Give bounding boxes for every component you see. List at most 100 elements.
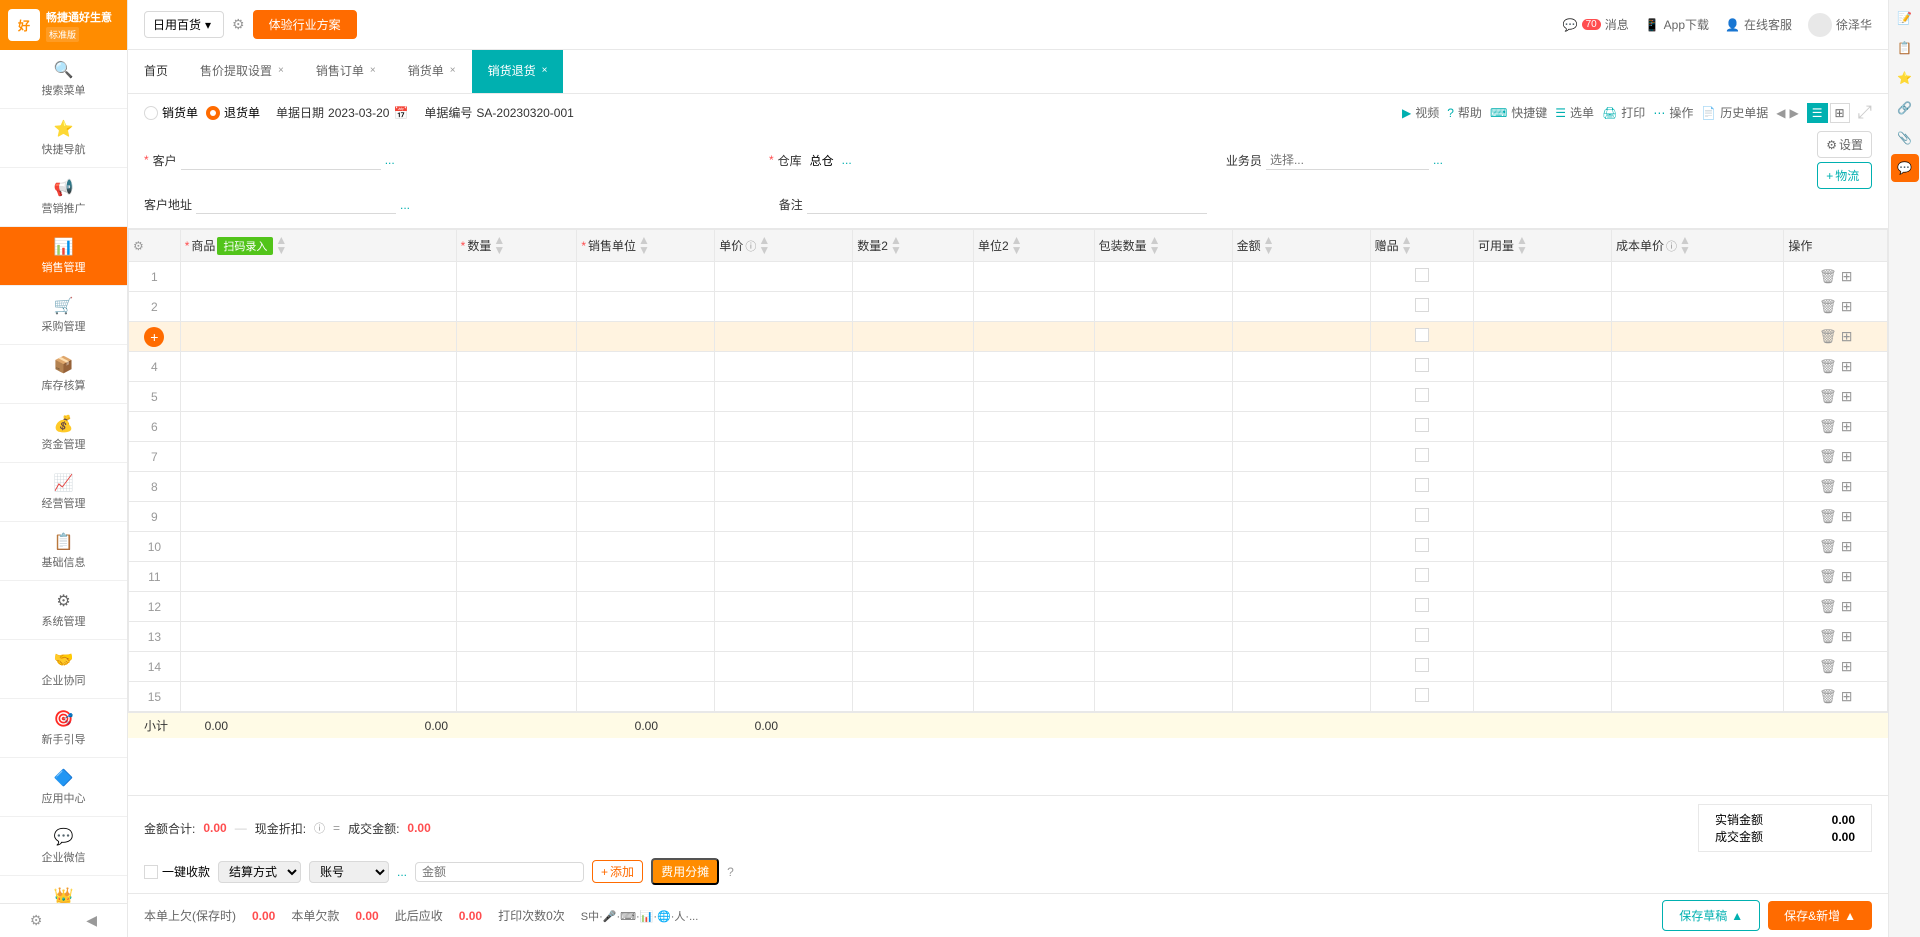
qty2-cell-13[interactable] [853,622,974,652]
product-input-12[interactable] [185,600,452,614]
right-panel-paperclip-icon[interactable]: 📎 [1891,124,1919,152]
copy-icon-1[interactable]: ⊞ [1841,268,1853,285]
delete-icon-9[interactable]: 🗑 [1819,508,1837,525]
qty-cell-11[interactable] [456,562,577,592]
unit2-cell-15[interactable] [973,682,1094,712]
qty-cell-15[interactable] [456,682,577,712]
unit2-sort[interactable]: ▲▼ [1011,236,1023,255]
unit2-cell-12[interactable] [973,592,1094,622]
sidebar-settings-icon[interactable]: ⚙ [30,912,43,929]
price-cell-15[interactable] [715,682,853,712]
delete-icon-11[interactable]: 🗑 [1819,568,1837,585]
qty2-cell-9[interactable] [853,502,974,532]
sidebar-item-10[interactable]: 🤝企业协同 [0,640,127,699]
gift-checkbox-9[interactable] [1415,508,1429,522]
unit-cell-12[interactable] [577,592,715,622]
settings-btn[interactable]: ⚙ 设置 [1817,131,1872,158]
cost-price-cell-10[interactable] [1611,532,1783,562]
product-input-13[interactable] [185,630,452,644]
amount-cell-14[interactable] [1232,652,1370,682]
delete-icon-4[interactable]: 🗑 [1819,358,1837,375]
product-cell-4[interactable] [180,352,456,382]
help-action[interactable]: ? 帮助 [1447,104,1482,121]
add-row-btn[interactable]: + [144,327,164,347]
price-cell-13[interactable] [715,622,853,652]
gift-cell-3[interactable] [1370,322,1473,352]
unit2-cell-8[interactable] [973,472,1094,502]
unit-cell-10[interactable] [577,532,715,562]
product-cell-2[interactable] [180,292,456,322]
amount-cell-2[interactable] [1232,292,1370,322]
available-cell-15[interactable] [1474,682,1612,712]
column-settings-icon[interactable]: ⚙ [133,239,144,253]
gift-cell-8[interactable] [1370,472,1473,502]
tab-2[interactable]: 销售订单× [300,50,392,93]
qty2-cell-2[interactable] [853,292,974,322]
pack-qty-cell-7[interactable] [1094,442,1232,472]
copy-icon-9[interactable]: ⊞ [1841,508,1853,525]
app-download-item[interactable]: 📱 App下载 [1645,16,1709,33]
price-cell-12[interactable] [715,592,853,622]
settings-gear-icon[interactable]: ⚙ [232,16,245,33]
amount-cell-7[interactable] [1232,442,1370,472]
available-sort[interactable]: ▲▼ [1516,236,1528,255]
sidebar-item-11[interactable]: 🎯新手引导 [0,699,127,758]
product-cell-8[interactable] [180,472,456,502]
unit2-cell-2[interactable] [973,292,1094,322]
amount-cell-10[interactable] [1232,532,1370,562]
pack-qty-cell-14[interactable] [1094,652,1232,682]
qty2-cell-1[interactable] [853,262,974,292]
sidebar-item-9[interactable]: ⚙系统管理 [0,581,127,640]
gift-cell-4[interactable] [1370,352,1473,382]
qty2-cell-15[interactable] [853,682,974,712]
discount-info-icon[interactable]: ⓘ [314,820,325,836]
collect-checkbox[interactable] [144,865,158,879]
delete-icon-8[interactable]: 🗑 [1819,478,1837,495]
unit-cell-6[interactable] [577,412,715,442]
available-cell-8[interactable] [1474,472,1612,502]
qty2-sort[interactable]: ▲▼ [890,236,902,255]
pack-qty-cell-13[interactable] [1094,622,1232,652]
product-input-1[interactable] [185,270,452,284]
unit2-cell-10[interactable] [973,532,1094,562]
copy-icon-7[interactable]: ⊞ [1841,448,1853,465]
pack-qty-cell-2[interactable] [1094,292,1232,322]
gift-checkbox-8[interactable] [1415,478,1429,492]
cost-info-icon[interactable]: ⓘ [1666,238,1677,254]
add-logistics-btn[interactable]: + 物流 [1817,162,1872,189]
gift-checkbox-5[interactable] [1415,388,1429,402]
right-panel-note-icon[interactable]: 📝 [1891,4,1919,32]
gift-cell-15[interactable] [1370,682,1473,712]
price-cell-3[interactable] [715,322,853,352]
delete-icon-6[interactable]: 🗑 [1819,418,1837,435]
cost-price-cell-4[interactable] [1611,352,1783,382]
available-cell-14[interactable] [1474,652,1612,682]
amount-cell-1[interactable] [1232,262,1370,292]
price-cell-2[interactable] [715,292,853,322]
product-cell-15[interactable] [180,682,456,712]
available-cell-6[interactable] [1474,412,1612,442]
sidebar-item-12[interactable]: 🔷应用中心 [0,758,127,817]
cost-price-cell-8[interactable] [1611,472,1783,502]
unit2-cell-6[interactable] [973,412,1094,442]
unit-cell-1[interactable] [577,262,715,292]
product-cell-10[interactable] [180,532,456,562]
qty2-cell-10[interactable] [853,532,974,562]
sidebar-item-0[interactable]: 🔍搜索菜单 [0,50,127,109]
delete-icon-3[interactable]: 🗑 [1819,328,1837,345]
available-cell-13[interactable] [1474,622,1612,652]
gift-checkbox-15[interactable] [1415,688,1429,702]
tab-close-4[interactable]: × [542,65,548,76]
right-panel-chat-icon[interactable]: 💬 [1891,154,1919,182]
date-value[interactable]: 2023-03-20 [328,106,389,120]
salesperson-input[interactable] [1266,151,1429,170]
cost-price-cell-9[interactable] [1611,502,1783,532]
qty-cell-10[interactable] [456,532,577,562]
gift-cell-13[interactable] [1370,622,1473,652]
cost-price-cell-2[interactable] [1611,292,1783,322]
address-select-btn[interactable]: ... [400,198,410,212]
delete-icon-1[interactable]: 🗑 [1819,268,1837,285]
product-input-5[interactable] [185,390,452,404]
tab-4[interactable]: 销货退货× [472,50,564,93]
amount-cell-12[interactable] [1232,592,1370,622]
